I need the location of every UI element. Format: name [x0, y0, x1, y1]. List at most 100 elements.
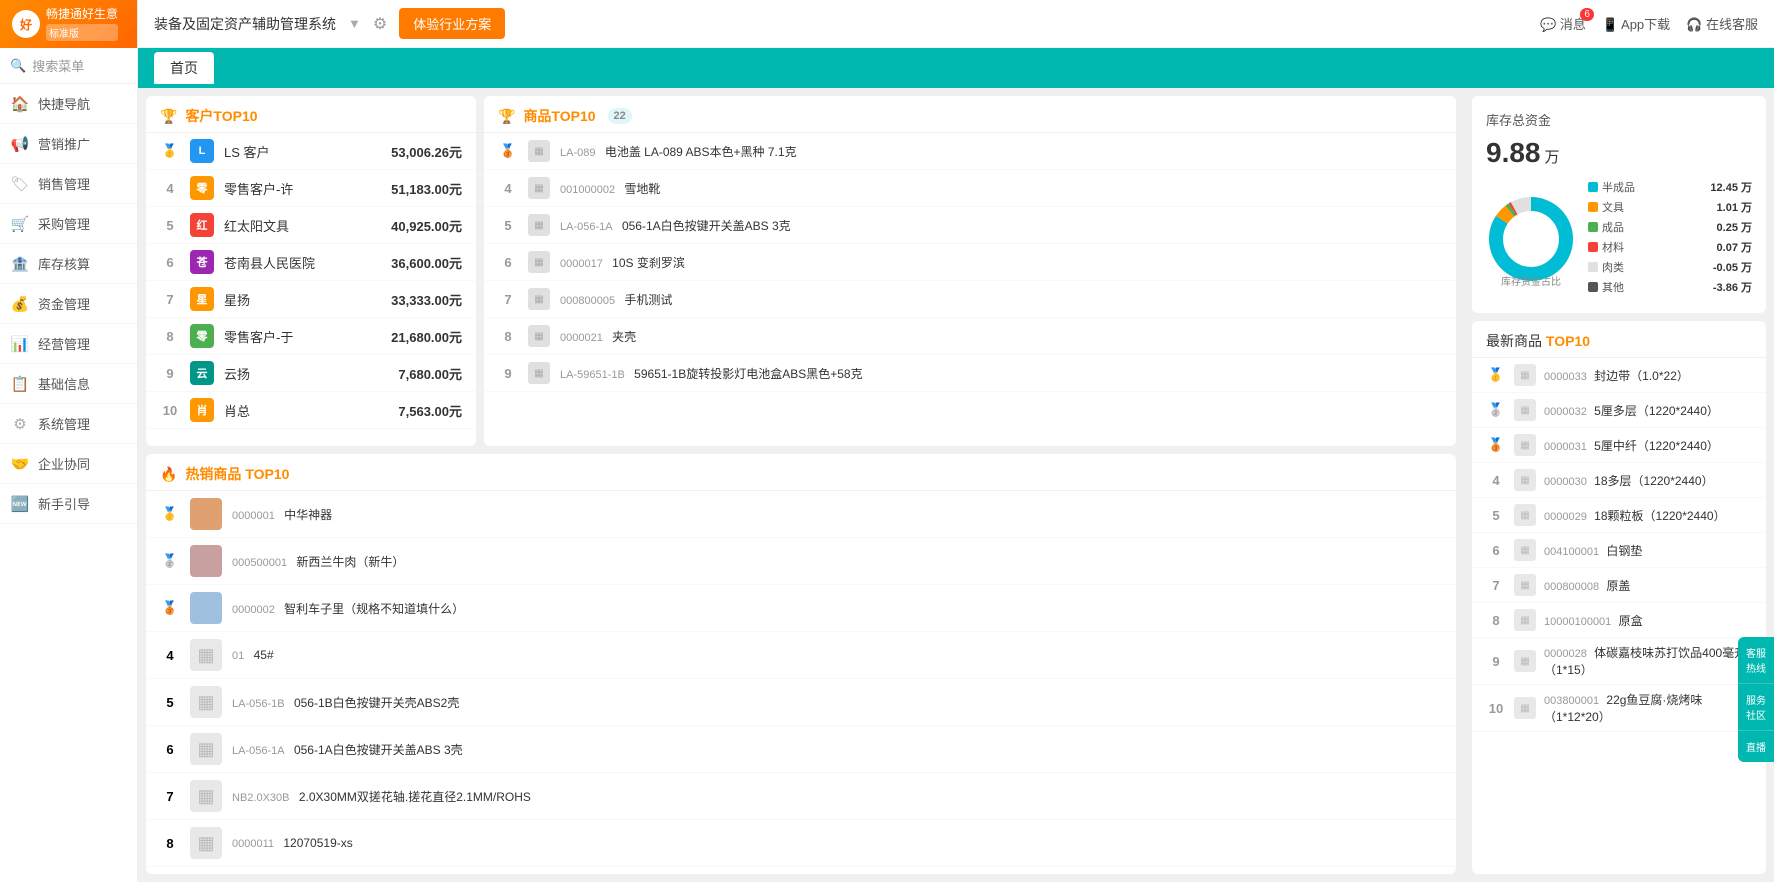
search-icon: 🔍 [10, 58, 26, 74]
sidebar-item-label: 库存核算 [38, 254, 90, 273]
sidebar-item-marketing[interactable]: 📢 营销推广 [0, 124, 137, 164]
legend-name: 成品 [1602, 219, 1713, 235]
sidebar-item-label: 新手引导 [38, 494, 90, 513]
product-name: 45# [254, 648, 274, 662]
product-info: LA-056-1A 056-1A白色按键开关盖ABS 3壳 [232, 741, 1442, 758]
topbar: 装备及固定资产辅助管理系统 ▼ ⚙ 体验行业方案 💬 消息 6 📱 App下载 … [138, 0, 1774, 48]
notification-btn[interactable]: 💬 消息 6 [1540, 14, 1586, 33]
new-product-item: 7 ▦ 000800008 原盖 [1472, 568, 1766, 603]
customer-rank-item: 7 星 星扬 33,333.00元 [146, 281, 476, 318]
inventory-card: 库存总资金 9.88 万 [1472, 96, 1766, 313]
sidebar-item-sales[interactable]: 🏷 销售管理 [0, 164, 137, 204]
customer-name: 肖总 [224, 401, 388, 420]
sidebar-item-inventory[interactable]: 🏦 库存核算 [0, 244, 137, 284]
product-code: LA-056-1B [232, 698, 285, 710]
product-info: 004100001 白钢垫 [1544, 542, 1752, 559]
product-code: LA-59651-1B [560, 369, 625, 381]
hot-product-item: 4 ▦ 01 45# [146, 632, 1456, 679]
customer-name: 零售客户-于 [224, 327, 381, 346]
sidebar-item-label: 企业协同 [38, 454, 90, 473]
hot-product-item: 9 ▦ KK-SD22110H 花语萌恒温分腿睡袋（厚款） [146, 867, 1456, 874]
product-info: 01 45# [232, 648, 1442, 662]
rank-number: 🥇 [160, 506, 180, 522]
customer-name: 红太阳文具 [224, 216, 381, 235]
product-icon: ▦ [1514, 539, 1536, 561]
legend-dot [1588, 242, 1598, 252]
product-name: 5厘多层（1220*2440） [1594, 404, 1719, 418]
legend-dot [1588, 182, 1598, 192]
rank-number: 🥇 [1486, 367, 1506, 383]
product-rank-card: 🏆 商品TOP10 22 🥉 ▦ LA-089 电池盖 LA-089 ABS本色… [484, 96, 1456, 446]
float-btn-community[interactable]: 服务社区 [1738, 684, 1774, 731]
online-service-btn[interactable]: 🎧 在线客服 [1686, 14, 1758, 33]
sidebar-item-basic[interactable]: 📋 基础信息 [0, 364, 137, 404]
rank-number: 🥉 [160, 600, 180, 616]
sidebar-brand-sub: 标准版 [46, 24, 118, 41]
product-code: 0000011 [232, 838, 274, 850]
customer-value: 36,600.00元 [391, 253, 462, 272]
legend-value: 12.45 万 [1710, 179, 1752, 195]
rank-number: 6 [160, 255, 180, 270]
product-info: LA-056-1A 056-1A白色按键开关盖ABS 3克 [560, 217, 1442, 234]
chart-icon: 📊 [10, 335, 30, 353]
new-product-item: 4 ▦ 0000030 18多层（1220*2440） [1472, 463, 1766, 498]
sidebar-item-finance[interactable]: 💰 资金管理 [0, 284, 137, 324]
float-btn-live[interactable]: 直播 [1738, 731, 1774, 762]
product-code: 0000033 [1544, 371, 1587, 383]
sidebar-item-guide[interactable]: 🆕 新手引导 [0, 484, 137, 524]
product-rank-item: 🥉 ▦ LA-089 电池盖 LA-089 ABS本色+黑种 7.1克 [484, 133, 1456, 170]
new-products-title: 最新商品 TOP10 [1486, 333, 1590, 349]
sidebar-search-label: 搜索菜单 [32, 56, 84, 75]
product-code: 0000031 [1544, 441, 1587, 453]
customer-value: 53,006.26元 [391, 142, 462, 161]
sidebar-item-operation[interactable]: 📊 经营管理 [0, 324, 137, 364]
product-image: ▦ [190, 827, 222, 859]
product-icon: ▦ [1514, 469, 1536, 491]
new-product-item: 8 ▦ 10000100001 原盒 [1472, 603, 1766, 638]
product-icon: ▦ [1514, 574, 1536, 596]
product-icon: ▦ [1514, 434, 1536, 456]
notification-badge: 6 [1580, 8, 1594, 21]
product-info: LA-59651-1B 59651-1B旋转投影灯电池盒ABS黑色+58克 [560, 365, 1442, 382]
right-panel: 库存总资金 9.88 万 [1464, 88, 1774, 882]
rank-number: 9 [160, 366, 180, 381]
rank-number: 5 [498, 218, 518, 233]
inventory-title: 库存总资金 [1486, 110, 1551, 129]
product-info: 0000001 中华神器 [232, 506, 1442, 523]
sidebar-item-purchase[interactable]: 🛒 采购管理 [0, 204, 137, 244]
product-code: LA-089 [560, 147, 595, 159]
new-icon: 🆕 [10, 495, 30, 513]
customer-value: 21,680.00元 [391, 327, 462, 346]
rank-number: 🥉 [498, 143, 518, 159]
new-badge: 22 [608, 108, 632, 124]
sidebar-item-enterprise[interactable]: 🤝 企业协同 [0, 444, 137, 484]
tab-home[interactable]: 首页 [154, 52, 214, 84]
sidebar: 好 畅捷通好生意 标准版 🔍 搜索菜单 🏠 快捷导航 📢 营销推广 🏷 销售管理… [0, 0, 138, 882]
trial-button[interactable]: 体验行业方案 [399, 8, 505, 39]
product-info: 0000017 10S 变刹罗滨 [560, 254, 1442, 271]
trophy-icon2: 🏆 [498, 108, 515, 125]
float-btn-service[interactable]: 客服热线 [1738, 637, 1774, 684]
sidebar-item-system[interactable]: ⚙ 系统管理 [0, 404, 137, 444]
product-info: 000800008 原盖 [1544, 577, 1752, 594]
product-name: 2.0X30MM双搓花轴.搓花直径2.1MM/ROHS [299, 790, 531, 804]
product-code: 000800005 [560, 295, 615, 307]
customer-rank-item: 9 云 云扬 7,680.00元 [146, 355, 476, 392]
product-info: 0000029 18颗粒板（1220*2440） [1544, 507, 1752, 524]
product-info: 0000011 12070519-xs [232, 836, 1442, 850]
legend-name: 文具 [1602, 199, 1713, 215]
product-info: 0000033 封边带（1.0*22） [1544, 367, 1752, 384]
rank-number: 5 [160, 218, 180, 233]
product-rank-header: 🏆 商品TOP10 22 [484, 96, 1456, 133]
dropdown-icon[interactable]: ▼ [348, 16, 361, 31]
product-name: 原盖 [1606, 579, 1630, 593]
product-name: 原盒 [1619, 614, 1643, 628]
topbar-right: 💬 消息 6 📱 App下载 🎧 在线客服 [1540, 14, 1758, 33]
settings-icon[interactable]: ⚙ [373, 14, 387, 34]
product-image: ▦ [190, 639, 222, 671]
sidebar-search[interactable]: 🔍 搜索菜单 [0, 48, 137, 84]
sidebar-item-quick-nav[interactable]: 🏠 快捷导航 [0, 84, 137, 124]
customer-rank-header: 🏆 客户TOP10 [146, 96, 476, 133]
app-download-btn[interactable]: 📱 App下载 [1602, 14, 1670, 33]
rank-number: 4 [160, 648, 180, 663]
